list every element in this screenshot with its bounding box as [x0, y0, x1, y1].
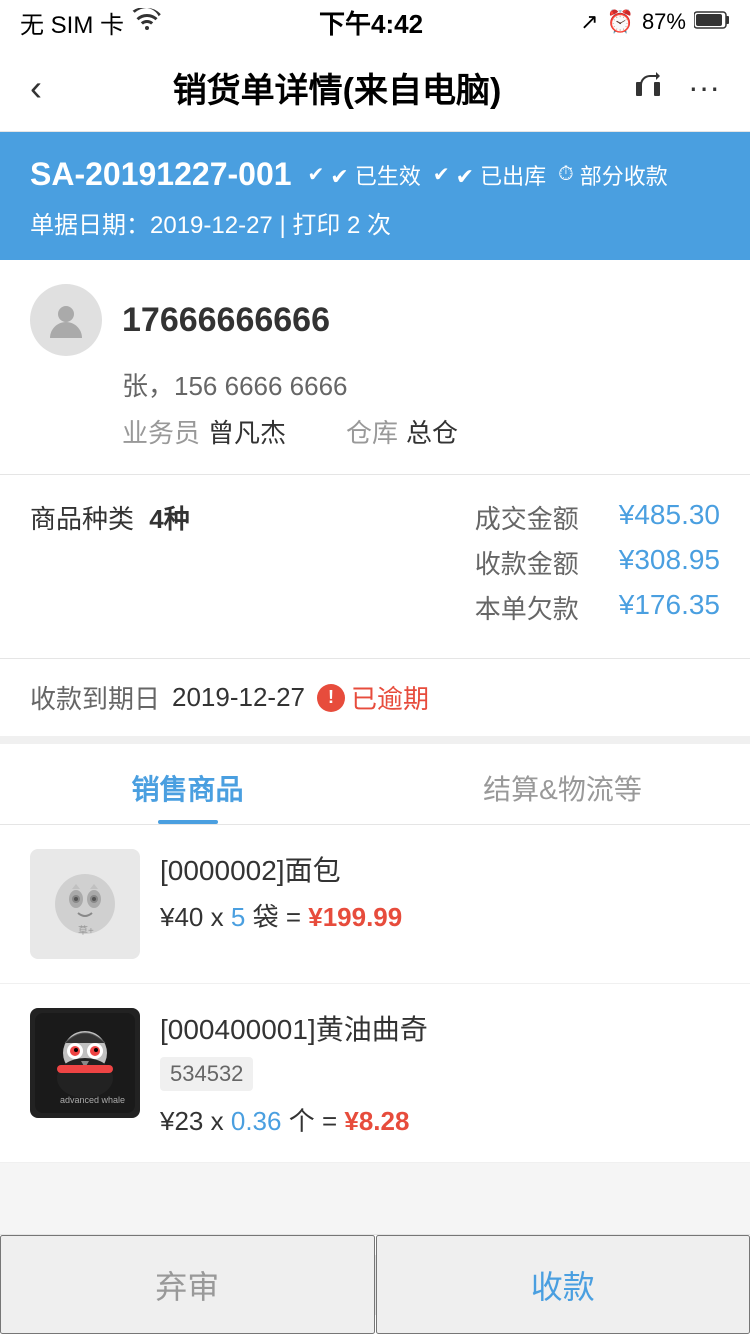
battery-icon	[694, 9, 730, 35]
product-qty-1: 5	[231, 902, 245, 932]
product-qty-2: 0.36	[231, 1106, 282, 1136]
summary-right: 成交金额 ¥485.30 收款金额 ¥308.95 本单欠款 ¥176.35	[475, 499, 720, 634]
status-badges: ✔ ✔ 已生效 ✔ ✔ 已出库 ⏱ 部分收款	[308, 159, 668, 191]
cancel-label: 弃审	[155, 1262, 219, 1308]
product-placeholder-1: 草+	[30, 849, 140, 959]
product-price-2: ¥23	[160, 1106, 203, 1136]
order-date: 单据日期：2019-12-27	[30, 212, 273, 239]
overdue-text: 已逾期	[351, 679, 429, 716]
product-thumb-2: advanced whale	[30, 1008, 140, 1118]
badge-shipped: ✔ ✔ 已出库	[433, 159, 546, 191]
product-info-1: [0000002]面包 ¥40 x 5 袋 = ¥199.99	[160, 849, 720, 934]
page-title: 销货单详情(来自电脑)	[173, 63, 502, 112]
product-price-x-1: x	[211, 902, 231, 932]
debt-label: 本单欠款	[475, 589, 579, 626]
product-total-2: ¥8.28	[344, 1106, 409, 1136]
svg-text:草+: 草+	[78, 925, 94, 937]
badge-partial: ⏱ 部分收款	[558, 159, 668, 191]
overdue-badge: ! 已逾期	[317, 679, 429, 716]
tabs-section: 销售商品 结算&物流等	[0, 744, 750, 825]
products-section: 草+ [0000002]面包 ¥40 x 5 袋 = ¥199.99	[0, 825, 750, 1163]
types-label: 商品种类	[30, 504, 134, 534]
due-label: 收款到期日	[30, 679, 160, 716]
customer-details: 业务员 曾凡杰 仓库 总仓	[122, 413, 720, 450]
due-date: 2019-12-27	[172, 682, 305, 713]
product-info-2: [000400001]黄油曲奇 534532 ¥23 x 0.36 个 = ¥8…	[160, 1008, 720, 1138]
product-unit-2: 个	[289, 1106, 315, 1136]
badge-effective: ✔ ✔ 已生效	[308, 159, 421, 191]
status-time: 下午4:42	[319, 4, 423, 41]
customer-sub: 张，156 6666 6666	[122, 366, 720, 403]
status-left: 无 SIM 卡	[20, 5, 162, 40]
amount-label: 成交金额	[475, 499, 579, 536]
product-sku-wrapper-2: 534532	[160, 1056, 720, 1101]
received-label: 收款金额	[475, 544, 579, 581]
tab-products[interactable]: 销售商品	[0, 744, 375, 824]
salesman-label: 业务员	[122, 413, 200, 450]
debt-value: ¥176.35	[619, 589, 720, 626]
wifi-icon	[132, 8, 162, 37]
badge-effective-text: ✔ 已生效	[330, 159, 421, 191]
received-row: 收款金额 ¥308.95	[475, 544, 720, 581]
due-section: 收款到期日 2019-12-27 ! 已逾期	[0, 659, 750, 744]
back-button[interactable]: ‹	[30, 67, 42, 109]
carrier-text: 无 SIM 卡	[20, 5, 124, 40]
overdue-icon: !	[317, 684, 345, 712]
product-price-1: ¥40	[160, 902, 203, 932]
product-item: 草+ [0000002]面包 ¥40 x 5 袋 = ¥199.99	[0, 825, 750, 984]
confirm-label: 收款	[531, 1262, 595, 1308]
confirm-button[interactable]: 收款	[376, 1235, 750, 1334]
customer-name: 17666666666	[122, 301, 330, 340]
svg-text:advanced whale: advanced whale	[60, 1095, 125, 1105]
order-meta-sep: |	[279, 212, 292, 239]
order-meta: 单据日期：2019-12-27 | 打印 2 次	[30, 205, 720, 240]
battery-text: 87%	[642, 9, 686, 35]
status-bar: 无 SIM 卡 下午4:42 ↗ ⏰ 87%	[0, 0, 750, 44]
navigation-bar: ‹ 销货单详情(来自电脑) ···	[0, 44, 750, 132]
bottom-bar: 弃审 收款	[0, 1234, 750, 1334]
product-unit-1: 袋	[253, 902, 279, 932]
share-icon[interactable]	[632, 68, 664, 108]
types-value: 4种	[149, 504, 189, 534]
received-value: ¥308.95	[619, 544, 720, 581]
product-sku-2: 534532	[160, 1057, 253, 1091]
amount-row: 成交金额 ¥485.30	[475, 499, 720, 536]
warehouse-label: 仓库	[346, 413, 398, 450]
status-right: ↗ ⏰ 87%	[580, 9, 730, 35]
badge-shipped-text: ✔ 已出库	[456, 159, 547, 191]
product-eq-2: =	[322, 1106, 344, 1136]
check-icon-2: ✔	[433, 162, 450, 187]
product-price-x-2: x	[211, 1106, 231, 1136]
debt-row: 本单欠款 ¥176.35	[475, 589, 720, 626]
order-header: SA-20191227-001 ✔ ✔ 已生效 ✔ ✔ 已出库 ⏱ 部分收款 单…	[0, 132, 750, 260]
amount-value: ¥485.30	[619, 499, 720, 536]
product-item-2: advanced whale [000400001]黄油曲奇 534532 ¥2…	[0, 984, 750, 1163]
location-icon: ↗	[580, 9, 598, 35]
check-icon-1: ✔	[308, 162, 325, 187]
salesman-value: 曾凡杰	[208, 413, 286, 450]
product-types: 商品种类 4种	[30, 499, 190, 536]
avatar	[30, 284, 102, 356]
product-eq-1: =	[286, 902, 308, 932]
product-total-1: ¥199.99	[308, 902, 402, 932]
customer-section: 17666666666 张，156 6666 6666 业务员 曾凡杰 仓库 总…	[0, 260, 750, 475]
summary-section: 商品种类 4种 成交金额 ¥485.30 收款金额 ¥308.95 本单欠款 ¥…	[0, 475, 750, 659]
cancel-button[interactable]: 弃审	[0, 1235, 375, 1334]
summary-left: 商品种类 4种	[30, 499, 190, 536]
badge-partial-text: 部分收款	[580, 159, 668, 191]
product-name-1: [0000002]面包	[160, 849, 720, 889]
product-price-row-2: ¥23 x 0.36 个 = ¥8.28	[160, 1101, 720, 1138]
order-print: 打印 2 次	[292, 212, 391, 239]
alarm-icon: ⏰	[607, 9, 634, 35]
clock-icon: ⏱	[558, 163, 574, 186]
warehouse-value: 总仓	[406, 413, 458, 450]
order-id: SA-20191227-001	[30, 156, 292, 193]
more-icon[interactable]: ···	[688, 69, 720, 106]
product-thumb-1: 草+	[30, 849, 140, 959]
product-price-row-1: ¥40 x 5 袋 = ¥199.99	[160, 897, 720, 934]
nav-right-icons: ···	[632, 68, 720, 108]
tab-settlement[interactable]: 结算&物流等	[375, 744, 750, 824]
product-name-2: [000400001]黄油曲奇	[160, 1008, 720, 1048]
